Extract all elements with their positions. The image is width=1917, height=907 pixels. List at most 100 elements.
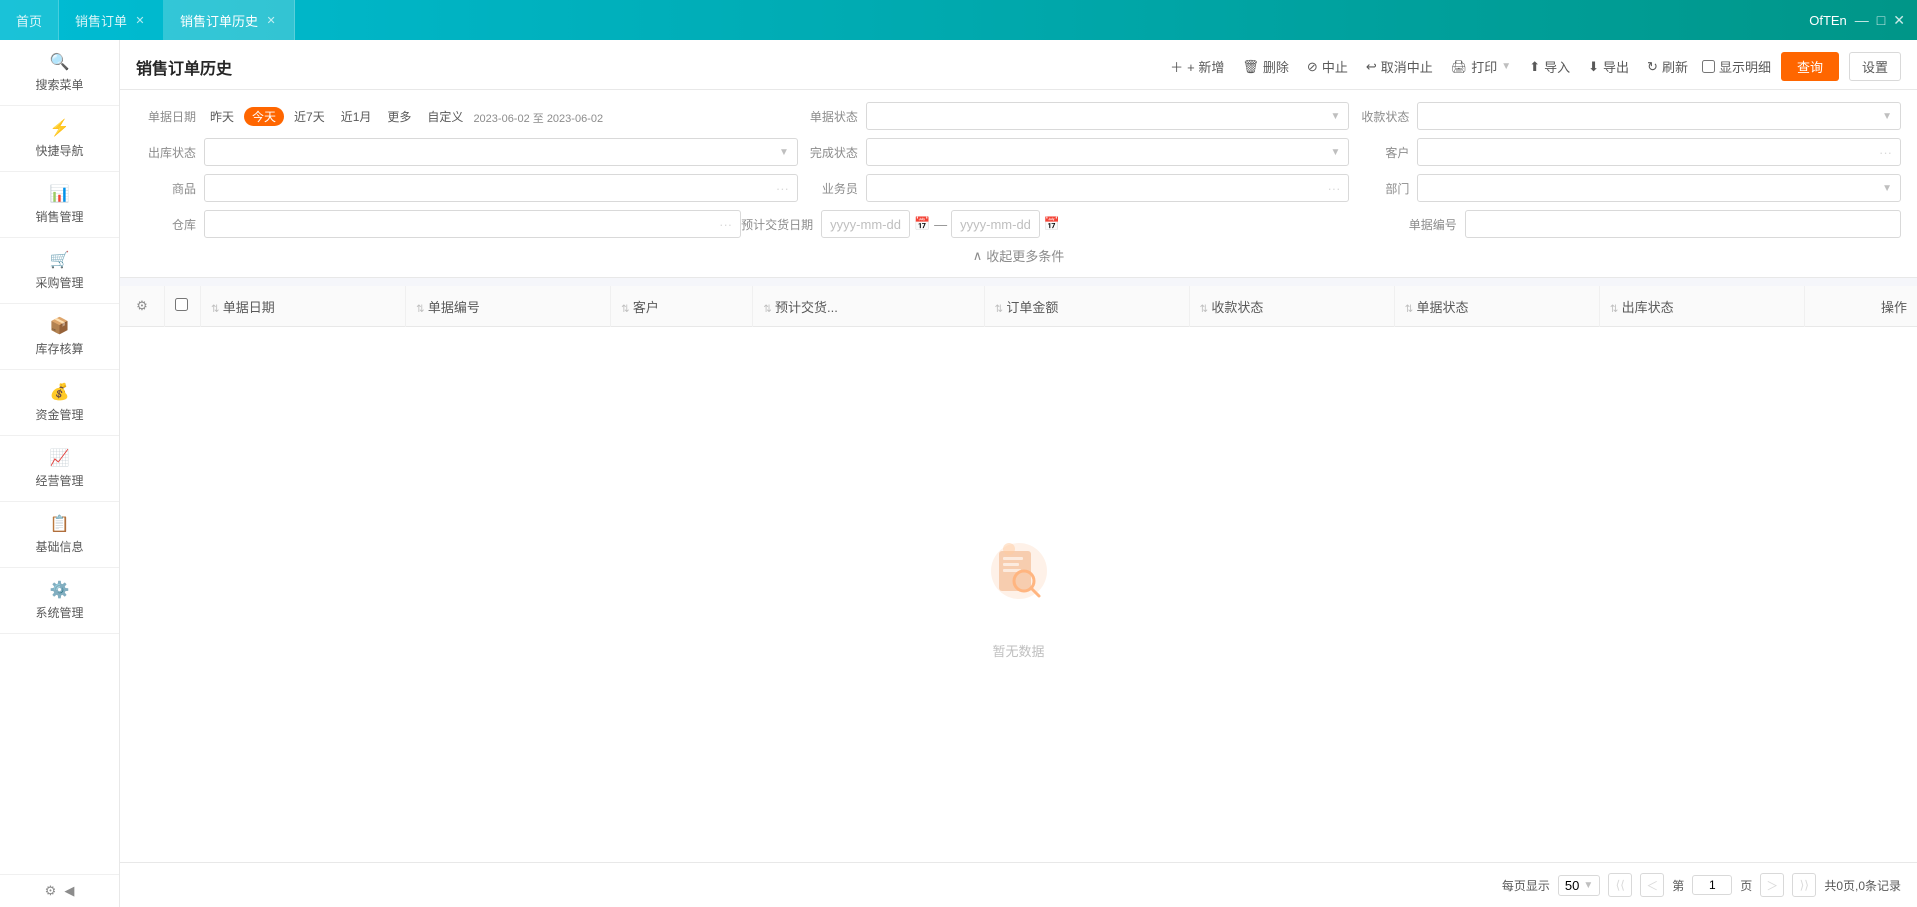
new-icon: ＋ (1170, 57, 1183, 76)
sidebar-item-system[interactable]: ⚙️ 系统管理 (0, 568, 119, 634)
complete-status-label: 完成状态 (798, 144, 858, 161)
per-page-select[interactable]: 50 ▼ (1558, 875, 1600, 896)
th-order-sort-icon: ⇅ (1405, 304, 1413, 315)
complete-status-select[interactable]: ▼ (866, 138, 1350, 166)
sidebar-settings-icon[interactable]: ⚙ (45, 883, 57, 899)
sales-order-tab-close[interactable]: ✕ (133, 13, 147, 27)
tab-sales-order-history[interactable]: 销售订单历史 ✕ (164, 0, 295, 40)
warehouse-input[interactable]: ··· (204, 210, 741, 238)
show-detail-label: 显示明细 (1719, 57, 1771, 76)
delivery-date-start-placeholder: yyyy-mm-dd (830, 217, 901, 232)
print-icon: 🖨 (1451, 59, 1468, 75)
date-custom-btn[interactable]: 自定义 (421, 107, 469, 126)
date-field-label: 单据日期 (136, 108, 196, 125)
department-select[interactable]: ▼ (1417, 174, 1901, 202)
order-no-label: 单据编号 (1397, 216, 1457, 233)
product-input[interactable]: ··· (204, 174, 798, 202)
show-detail-checkbox[interactable]: 显示明细 (1702, 57, 1771, 76)
date-range-separator: — (934, 217, 947, 232)
order-status-select[interactable]: ▼ (866, 102, 1350, 130)
minimize-icon[interactable]: — (1855, 12, 1869, 28)
collapse-row[interactable]: ∧ 收起更多条件 (136, 246, 1901, 265)
sidebar-item-sales-mgmt[interactable]: 📊 销售管理 (0, 172, 119, 238)
salesperson-input[interactable]: ··· (866, 174, 1350, 202)
date-1month-btn[interactable]: 近1月 (335, 107, 378, 126)
next-page-button[interactable]: ＞ (1760, 873, 1784, 897)
basic-info-icon: 📋 (50, 514, 70, 534)
th-date-label: 单据日期 (223, 300, 275, 315)
tab-sales-order[interactable]: 销售订单 ✕ (59, 0, 164, 40)
last-page-button[interactable]: ⟩⟩ (1792, 873, 1816, 897)
pagination: 每页显示 50 ▼ ⟨⟨ ＜ 第 页 ＞ ⟩⟩ 共0页,0条记录 (120, 862, 1917, 907)
cancel-stop-label: 取消中止 (1381, 57, 1433, 76)
th-order-no-label: 单据编号 (428, 300, 480, 315)
tab-home[interactable]: 首页 (0, 0, 59, 40)
import-button[interactable]: ⬆ 导入 (1525, 55, 1574, 78)
sidebar-item-quick-nav[interactable]: ⚡ 快捷导航 (0, 106, 119, 172)
calendar-end-icon[interactable]: 📅 (1044, 216, 1060, 232)
print-button[interactable]: 🖨 打印 ▼ (1447, 55, 1515, 78)
sidebar-item-label-inventory: 库存核算 (35, 340, 83, 357)
date-more-btn[interactable]: 更多 (381, 107, 417, 126)
customer-input[interactable]: ··· (1417, 138, 1901, 166)
calendar-start-icon[interactable]: 📅 (914, 216, 930, 232)
settings-button[interactable]: 设置 (1849, 52, 1901, 81)
operations-icon: 📈 (50, 448, 70, 468)
sidebar-item-operations[interactable]: 📈 经营管理 (0, 436, 119, 502)
print-arrow-icon: ▼ (1501, 61, 1511, 72)
order-no-input[interactable] (1465, 210, 1901, 238)
first-page-button[interactable]: ⟨⟨ (1608, 873, 1632, 897)
sales-order-history-tab-close[interactable]: ✕ (264, 13, 278, 27)
per-page-value: 50 (1565, 878, 1579, 893)
new-button[interactable]: ＋ + 新增 (1166, 55, 1228, 78)
table-settings-icon[interactable]: ⚙ (130, 294, 154, 318)
select-all-checkbox[interactable] (175, 298, 188, 311)
filter-warehouse-field: 仓库 ··· (136, 210, 741, 238)
th-operations-label: 操作 (1881, 300, 1907, 315)
date-yesterday-btn[interactable]: 昨天 (204, 107, 240, 126)
customer-label: 客户 (1349, 144, 1409, 161)
current-page-input[interactable] (1692, 875, 1732, 895)
sidebar-item-inventory[interactable]: 📦 库存核算 (0, 304, 119, 370)
sidebar-collapse-icon[interactable]: ◀ (64, 883, 74, 899)
show-detail-input[interactable] (1702, 60, 1715, 73)
delivery-date-start[interactable]: yyyy-mm-dd (821, 210, 910, 238)
date-quick-buttons: 昨天 今天 近7天 近1月 更多 自定义 (204, 107, 469, 126)
close-icon[interactable]: ✕ (1893, 12, 1905, 29)
date-7days-btn[interactable]: 近7天 (288, 107, 331, 126)
date-today-btn[interactable]: 今天 (244, 107, 284, 126)
sidebar-item-label-quick-nav: 快捷导航 (35, 142, 83, 159)
sidebar-item-purchase-mgmt[interactable]: 🛒 采购管理 (0, 238, 119, 304)
filter-date-field: 单据日期 昨天 今天 近7天 近1月 更多 自定义 2023-06-02 至 2… (136, 106, 798, 126)
content-area: 销售订单历史 ＋ + 新增 🗑 删除 ⊘ 中止 ↩ 取消中止 (120, 40, 1917, 907)
filter-order-no-field: 单据编号 (1397, 210, 1901, 238)
sidebar: 🔍 搜索菜单 ⚡ 快捷导航 📊 销售管理 🛒 采购管理 📦 库存核算 💰 资金管… (0, 40, 120, 907)
export-label: 导出 (1603, 57, 1629, 76)
payment-status-select[interactable]: ▼ (1417, 102, 1901, 130)
refresh-button[interactable]: ↻ 刷新 (1643, 55, 1692, 78)
import-label: 导入 (1544, 57, 1570, 76)
filter-delivery-date-field: 预计交货日期 yyyy-mm-dd 📅 — yyyy-mm-dd 📅 (741, 210, 1397, 238)
filter-customer-field: 客户 ··· (1349, 138, 1901, 166)
delivery-date-end[interactable]: yyyy-mm-dd (951, 210, 1040, 238)
filter-order-status-field: 单据状态 ▼ (798, 102, 1350, 130)
sidebar-item-basic-info[interactable]: 📋 基础信息 (0, 502, 119, 568)
th-delivery-label: 预计交货... (775, 300, 838, 315)
delete-button[interactable]: 🗑 删除 (1238, 55, 1293, 78)
stop-button[interactable]: ⊘ 中止 (1303, 55, 1352, 78)
date-range-text: 2023-06-02 至 2023-06-02 (473, 110, 603, 126)
sales-order-tab-label: 销售订单 (75, 11, 127, 30)
outbound-status-arrow-icon: ▼ (779, 147, 789, 158)
th-customer: ⇅ 客户 (611, 286, 753, 327)
sidebar-item-search-menu[interactable]: 🔍 搜索菜单 (0, 40, 119, 106)
top-bar-right: OfTEn — □ ✕ (1809, 12, 1917, 29)
maximize-icon[interactable]: □ (1877, 12, 1885, 28)
sidebar-item-label-basic-info: 基础信息 (35, 538, 83, 555)
sidebar-item-label-capital: 资金管理 (35, 406, 83, 423)
cancel-stop-button[interactable]: ↩ 取消中止 (1362, 55, 1437, 78)
outbound-status-select[interactable]: ▼ (204, 138, 798, 166)
export-button[interactable]: ⬇ 导出 (1584, 55, 1633, 78)
query-button[interactable]: 查询 (1781, 52, 1839, 81)
prev-page-button[interactable]: ＜ (1640, 873, 1664, 897)
sidebar-item-capital[interactable]: 💰 资金管理 (0, 370, 119, 436)
